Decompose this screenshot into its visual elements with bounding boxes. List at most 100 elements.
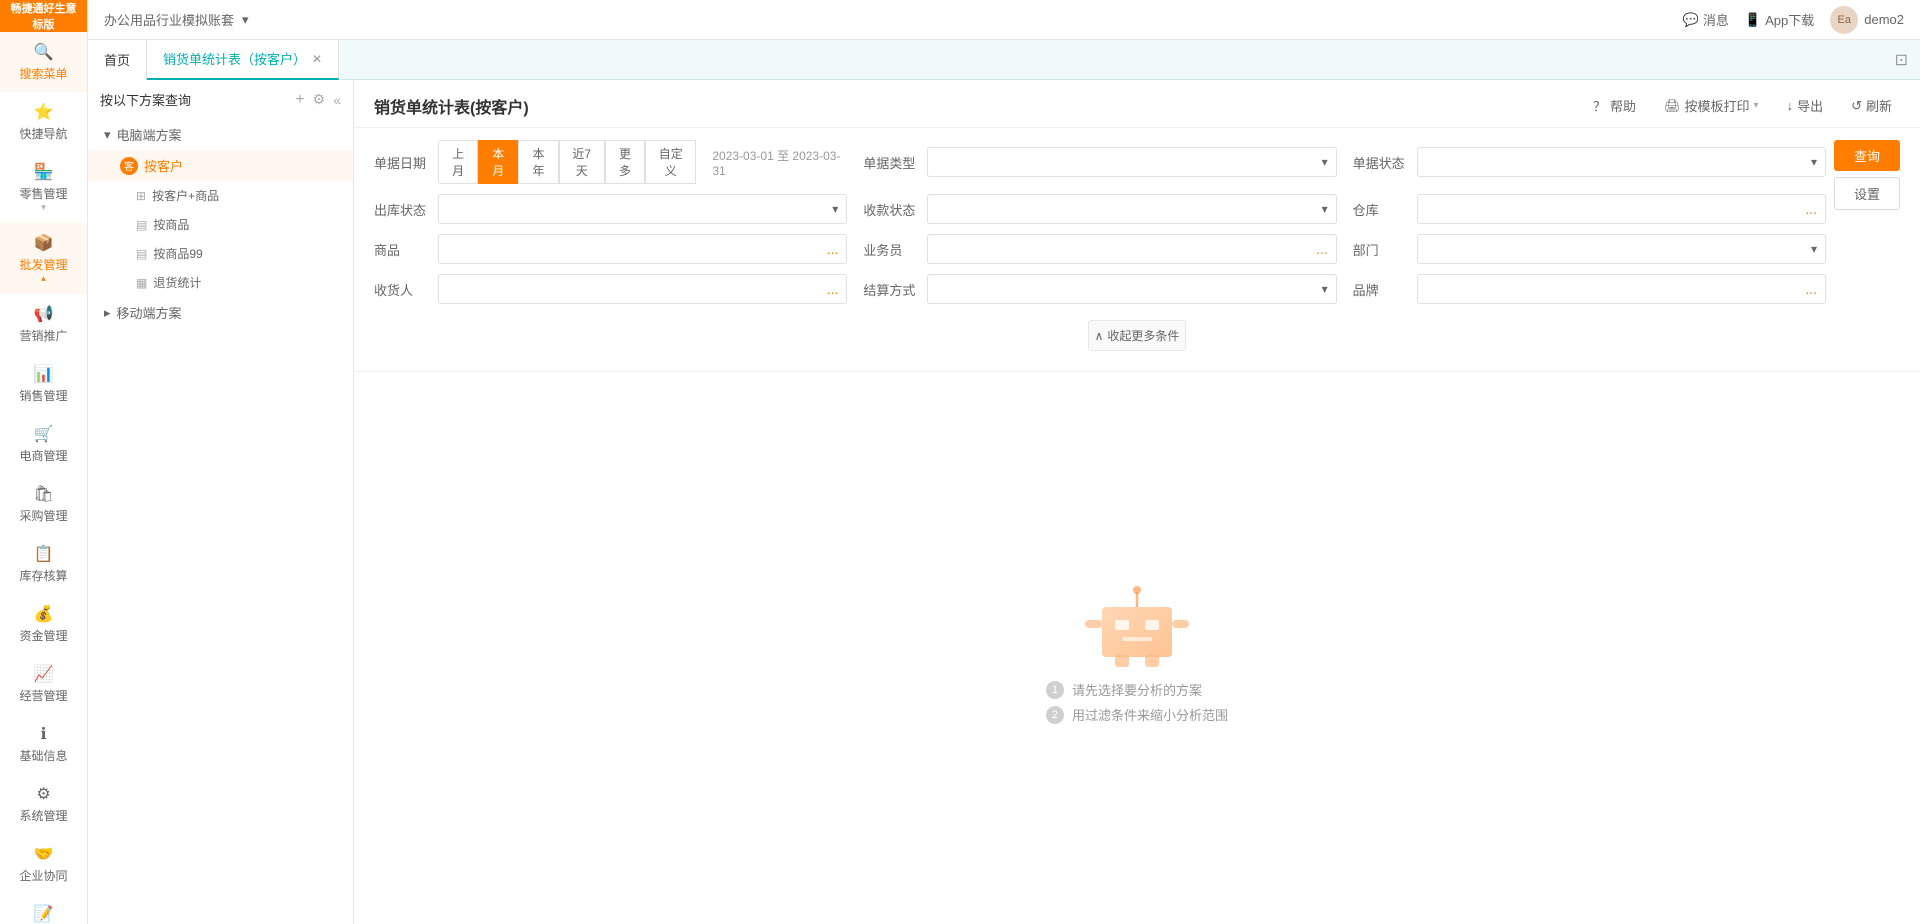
- brand-select[interactable]: ...: [1417, 274, 1826, 304]
- sidebar-item-ecommerce[interactable]: 🛒 电商管理: [0, 414, 87, 474]
- tree-item-by-customer[interactable]: 客 按客户: [88, 150, 353, 181]
- collapse-up-icon: ∧: [1095, 329, 1104, 343]
- refresh-button[interactable]: ↺ 刷新: [1843, 92, 1900, 119]
- customer-icon: 客: [120, 157, 138, 175]
- tab-sales-stats-label: 销货单统计表（按客户）: [163, 49, 306, 68]
- tree-sub-item-label: 按商品99: [153, 245, 202, 262]
- warehouse-ellipsis[interactable]: ...: [1805, 201, 1817, 217]
- tree-item-return-stats[interactable]: ▦ 退货统计: [88, 268, 353, 297]
- bill-type-select[interactable]: ▾: [927, 147, 1336, 177]
- goods-ellipsis[interactable]: ...: [827, 241, 839, 257]
- print-icon: 🖨: [1664, 98, 1681, 114]
- template-print-label: 按模板打印: [1685, 96, 1750, 115]
- main-area: 办公用品行业模拟账套 ▾ 💬 消息 📱 App下载 Ea demo2 首页: [88, 0, 1920, 924]
- help-button[interactable]: ？ 帮助: [1585, 92, 1644, 119]
- tab-close-icon[interactable]: ✕: [312, 52, 322, 66]
- query-button[interactable]: 查询: [1834, 140, 1900, 171]
- filter-row-4: 收货人 ... 结算方式 ▾: [374, 274, 1826, 304]
- add-scheme-button[interactable]: +: [295, 91, 304, 109]
- tab-home[interactable]: 首页: [88, 40, 147, 80]
- out-status-chevron: ▾: [832, 202, 838, 216]
- workspace-selector[interactable]: 办公用品行业模拟账套 ▾: [104, 10, 249, 29]
- left-panel-title: 按以下方案查询: [100, 90, 191, 109]
- sidebar-item-newguide[interactable]: 📝 新手引导: [0, 894, 87, 924]
- page-header: 销货单统计表(按客户) ？ 帮助 🖨 按模板打印 ▾ ↓ 导出: [354, 80, 1920, 128]
- filter-main: 单据日期 上月 本月 本年 近7天 更多 自定义 2023-03-01 至 20…: [374, 140, 1826, 304]
- sidebar-item-marketing[interactable]: 📢 营销推广: [0, 294, 87, 354]
- warehouse-select[interactable]: ...: [1417, 194, 1826, 224]
- brand-label: 品牌: [1353, 280, 1409, 299]
- sidebar-item-search[interactable]: 🔍 搜索菜单: [0, 32, 87, 92]
- consignee-select[interactable]: ...: [438, 274, 847, 304]
- tree-sub-item-label: 退货统计: [153, 274, 201, 291]
- receipt-status-select[interactable]: ▾: [927, 194, 1336, 224]
- page-title: 销货单统计表(按客户): [374, 94, 529, 118]
- tree-item-by-goods[interactable]: ▤ 按商品: [88, 210, 353, 239]
- content-area: 按以下方案查询 + ⚙ « ▾ 电脑端方案 客 按客户: [88, 80, 1920, 924]
- workspace-label: 办公用品行业模拟账套: [104, 10, 234, 29]
- tab-expand-button[interactable]: ⊡: [1883, 50, 1920, 70]
- sidebar-item-system[interactable]: ⚙ 系统管理: [0, 774, 87, 834]
- sidebar-item-operation[interactable]: 📈 经营管理: [0, 654, 87, 714]
- tree-item-by-goods99[interactable]: ▤ 按商品99: [88, 239, 353, 268]
- date-btn-more[interactable]: 更多: [605, 140, 645, 184]
- user-profile[interactable]: Ea demo2: [1830, 6, 1904, 34]
- collapse-conditions-button[interactable]: ∧ 收起更多条件: [1088, 320, 1187, 351]
- template-print-button[interactable]: 🖨 按模板打印 ▾: [1656, 92, 1767, 119]
- sidebar-item-label: 系统管理: [19, 807, 67, 824]
- warehouse-label: 仓库: [1353, 200, 1409, 219]
- sidebar-item-wholesale[interactable]: 📦 批发管理 ▴: [0, 223, 87, 294]
- sidebar-item-basic[interactable]: ℹ 基础信息: [0, 714, 87, 774]
- date-btn-lastmonth[interactable]: 上月: [438, 140, 478, 184]
- consignee-ellipsis[interactable]: ...: [827, 281, 839, 297]
- left-panel-actions: + ⚙ «: [295, 91, 341, 109]
- salesman-ellipsis[interactable]: ...: [1316, 241, 1328, 257]
- tree-group-mobile-header[interactable]: ▸ 移动端方案: [88, 297, 353, 328]
- filter-area: 单据日期 上月 本月 本年 近7天 更多 自定义 2023-03-01 至 20…: [354, 128, 1920, 372]
- tree-sub-item-label: 按客户+商品: [152, 187, 219, 204]
- trend-icon: 📈: [34, 664, 54, 684]
- settings-scheme-button[interactable]: ⚙: [313, 91, 326, 108]
- collapse-panel-button[interactable]: «: [333, 92, 341, 108]
- shop-icon: 🏪: [34, 162, 54, 182]
- settlement-select[interactable]: ▾: [927, 274, 1336, 304]
- page-actions: ？ 帮助 🖨 按模板打印 ▾ ↓ 导出 ↺ 刷新: [1585, 92, 1900, 119]
- date-btn-thisyear[interactable]: 本年: [518, 140, 558, 184]
- sidebar-item-finance[interactable]: 💰 资金管理: [0, 594, 87, 654]
- out-status-select[interactable]: ▾: [438, 194, 847, 224]
- bill-status-label: 单据状态: [1353, 153, 1409, 172]
- sidebar-item-inventory[interactable]: 📋 库存核算: [0, 534, 87, 594]
- brand-ellipsis[interactable]: ...: [1805, 281, 1817, 297]
- goods-select[interactable]: ...: [438, 234, 847, 264]
- sidebar-item-quicknav[interactable]: ⭐ 快捷导航: [0, 92, 87, 152]
- sidebar-item-collab[interactable]: 🤝 企业协同: [0, 834, 87, 894]
- dept-select[interactable]: ▾: [1417, 234, 1826, 264]
- tip-text-2: 用过滤条件来缩小分析范围: [1072, 705, 1228, 724]
- star-icon: ⭐: [34, 102, 54, 122]
- export-button[interactable]: ↓ 导出: [1779, 92, 1832, 119]
- tab-sales-stats[interactable]: 销货单统计表（按客户） ✕: [147, 40, 339, 80]
- salesman-select[interactable]: ...: [927, 234, 1336, 264]
- tree-group-desktop-header[interactable]: ▾ 电脑端方案: [88, 119, 353, 150]
- print-dropdown-icon: ▾: [1754, 100, 1759, 111]
- bill-type-label: 单据类型: [863, 153, 919, 172]
- sidebar-item-label: 搜索菜单: [19, 65, 67, 82]
- date-btn-custom[interactable]: 自定义: [645, 140, 696, 184]
- date-btn-thismonth[interactable]: 本月: [478, 140, 518, 184]
- sidebar-item-retail[interactable]: 🏪 零售管理 ▾: [0, 152, 87, 223]
- app-download-action[interactable]: 📱 App下载: [1745, 10, 1814, 29]
- sidebar-item-sales[interactable]: 📊 销售管理: [0, 354, 87, 414]
- user-name: demo2: [1864, 12, 1904, 27]
- bill-status-select[interactable]: ▾: [1417, 147, 1826, 177]
- dept-label: 部门: [1353, 240, 1409, 259]
- export-label: 导出: [1797, 96, 1823, 115]
- settings-button[interactable]: 设置: [1834, 177, 1900, 210]
- date-btn-7days[interactable]: 近7天: [559, 140, 605, 184]
- sidebar-item-label: 经营管理: [19, 687, 67, 704]
- settlement-label: 结算方式: [863, 280, 919, 299]
- tree-item-customer-goods[interactable]: ⊞ 按客户+商品: [88, 181, 353, 210]
- sidebar-item-purchase[interactable]: 🛍 采购管理: [0, 474, 87, 534]
- message-action[interactable]: 💬 消息: [1683, 10, 1729, 29]
- download-icon: 📱: [1745, 12, 1761, 28]
- receipt-status-label: 收款状态: [863, 200, 919, 219]
